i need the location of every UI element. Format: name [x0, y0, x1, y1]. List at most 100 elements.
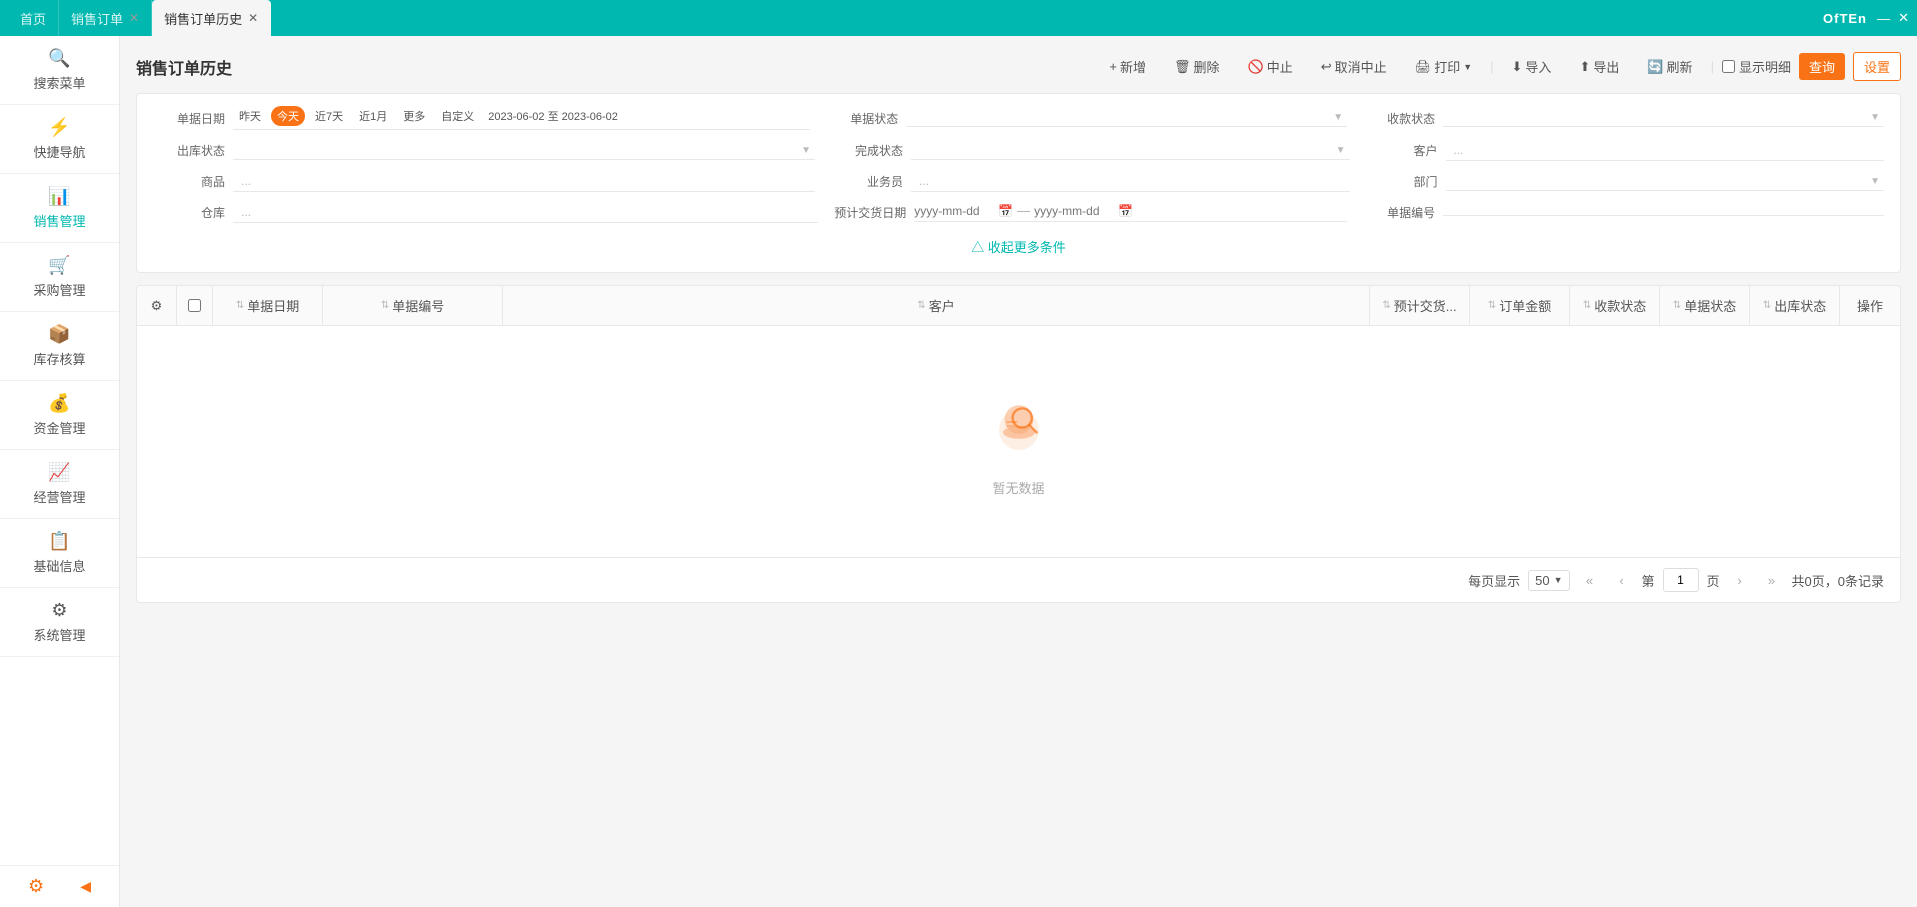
page-label: 第 — [1642, 571, 1655, 590]
page-last-button[interactable]: » — [1760, 568, 1784, 592]
status-field[interactable]: ▼ — [906, 109, 1347, 127]
salesperson-placeholder: ... — [919, 174, 1346, 188]
refresh-button[interactable]: 🔄 刷新 — [1637, 53, 1702, 80]
customer-placeholder: ... — [1454, 143, 1881, 157]
status-label: 单据状态 — [826, 110, 906, 127]
sidebar-item-basic-info[interactable]: 📋 基础信息 — [0, 519, 119, 588]
date-range-value: 2023-06-02 至 2023-06-02 — [488, 108, 618, 124]
delivery-date-label: 预计交货日期 — [834, 204, 914, 221]
date-chip-yesterday[interactable]: 昨天 — [233, 106, 267, 126]
tab-sales-order-close[interactable]: ✕ — [129, 11, 139, 25]
sidebar-item-operations[interactable]: 📈 经营管理 — [0, 450, 119, 519]
toolbar-divider-2: | — [1711, 59, 1714, 74]
sidebar-item-purchase-mgmt[interactable]: 🛒 采购管理 — [0, 243, 119, 312]
delete-button[interactable]: 🗑 删除 — [1164, 53, 1230, 80]
th-doc-status-label: 单据状态 — [1684, 296, 1736, 315]
settings-gear-icon: ⚙ — [151, 298, 163, 314]
brand-label: OfTEn — [1823, 11, 1867, 26]
pagination: 每页显示 50 ▼ « ‹ 第 页 › » — [137, 557, 1900, 602]
payment-label: 收款状态 — [1363, 110, 1443, 127]
sidebar-item-sales-mgmt[interactable]: 📊 销售管理 — [0, 174, 119, 243]
tab-sales-history[interactable]: 销售订单历史 ✕ — [152, 0, 271, 36]
th-payment-status[interactable]: ⇅ 收款状态 — [1570, 286, 1660, 325]
dept-field[interactable]: ▼ — [1446, 173, 1885, 191]
complete-field[interactable]: ▼ — [911, 142, 1350, 160]
sidebar-settings-icon[interactable]: ⚙ — [28, 876, 44, 897]
operations-icon: 📈 — [48, 462, 70, 483]
select-all-checkbox[interactable] — [188, 299, 201, 312]
date-chip-today[interactable]: 今天 — [271, 106, 305, 126]
print-button[interactable]: 🖨 打印 ▼ — [1405, 53, 1482, 80]
per-page-dropdown-icon: ▼ — [1554, 575, 1563, 585]
tab-sales-order-label: 销售订单 — [71, 9, 123, 28]
sidebar-item-search-menu[interactable]: 🔍 搜索菜单 — [0, 36, 119, 105]
th-docno[interactable]: ⇅ 单据编号 — [323, 286, 503, 325]
product-label: 商品 — [153, 173, 233, 190]
content-area: 销售订单历史 + 新增 🗑 删除 🚫 中止 ↩ 取消中止 — [120, 36, 1917, 907]
sidebar-item-sys-mgmt[interactable]: ⚙ 系统管理 — [0, 588, 119, 657]
query-button[interactable]: 查询 — [1799, 53, 1845, 80]
cancel-stop-button[interactable]: ↩ 取消中止 — [1311, 53, 1397, 80]
delivery-date-to[interactable] — [1034, 204, 1114, 218]
salesperson-field[interactable]: ... — [911, 171, 1350, 192]
docno-field[interactable] — [1443, 209, 1884, 216]
tab-home[interactable]: 首页 — [8, 0, 59, 36]
docno-label: 单据编号 — [1363, 204, 1443, 221]
th-out-status[interactable]: ⇅ 出库状态 — [1750, 286, 1840, 325]
tab-sales-history-close[interactable]: ✕ — [248, 11, 258, 25]
per-page-select[interactable]: 50 ▼ — [1528, 570, 1569, 591]
th-doc-status[interactable]: ⇅ 单据状态 — [1660, 286, 1750, 325]
export-button[interactable]: ⬆ 导出 — [1569, 53, 1629, 80]
cancel-stop-icon: ↩ — [1321, 59, 1332, 75]
th-customer[interactable]: ⇅ 客户 — [503, 286, 1370, 325]
filter-row-2: 出库状态 ▼ 完成状态 ▼ 客户 ... — [153, 140, 1884, 161]
page-header: 销售订单历史 + 新增 🗑 删除 🚫 中止 ↩ 取消中止 — [136, 52, 1901, 81]
sidebar-item-inventory-label: 库存核算 — [33, 349, 85, 368]
sidebar-collapse-icon[interactable]: ◀ — [80, 878, 91, 895]
filter-row-4: 仓库 ... 预计交货日期 📅 — 📅 单据编号 — [153, 202, 1884, 223]
customer-field[interactable]: ... — [1446, 140, 1885, 161]
settings-button[interactable]: 设置 — [1853, 52, 1901, 81]
sort-docno-icon: ⇅ — [381, 300, 389, 311]
page-first-button[interactable]: « — [1578, 568, 1602, 592]
query-label: 查询 — [1809, 57, 1835, 76]
tab-sales-order[interactable]: 销售订单 ✕ — [59, 0, 152, 36]
sidebar-item-quick-nav[interactable]: ⚡ 快捷导航 — [0, 105, 119, 174]
complete-label: 完成状态 — [831, 142, 911, 159]
th-delivery[interactable]: ⇅ 预计交货... — [1370, 286, 1470, 325]
warehouse-field[interactable]: ... — [233, 202, 818, 223]
show-detail-checkbox-label[interactable]: 显示明细 — [1722, 57, 1791, 76]
stop-button[interactable]: 🚫 中止 — [1238, 53, 1303, 80]
status-dropdown-icon: ▼ — [1333, 112, 1343, 123]
page-number-input[interactable] — [1663, 568, 1699, 592]
date-chip-7days[interactable]: 近7天 — [309, 106, 349, 126]
sidebar-item-finance[interactable]: 💰 资金管理 — [0, 381, 119, 450]
page-first-icon: « — [1586, 573, 1593, 588]
show-detail-checkbox[interactable] — [1722, 60, 1735, 73]
delivery-date-from[interactable] — [914, 204, 994, 218]
filter-collapse[interactable]: △ 收起更多条件 — [153, 233, 1884, 260]
payment-field[interactable]: ▼ — [1443, 109, 1884, 127]
sort-date-icon: ⇅ — [236, 300, 244, 311]
date-chip-custom[interactable]: 自定义 — [435, 106, 480, 126]
th-checkbox[interactable] — [177, 286, 213, 325]
page-next-icon: › — [1737, 573, 1741, 588]
topbar-right: — ✕ — [1877, 10, 1909, 26]
th-date[interactable]: ⇅ 单据日期 — [213, 286, 323, 325]
minimize-icon[interactable]: — — [1877, 11, 1890, 26]
import-button[interactable]: ⬇ 导入 — [1502, 53, 1562, 80]
total-label: 共0页，0条记录 — [1792, 571, 1884, 590]
th-amount[interactable]: ⇅ 订单金额 — [1470, 286, 1570, 325]
page-next-button[interactable]: › — [1728, 568, 1752, 592]
product-field[interactable]: ... — [233, 171, 815, 192]
page-prev-button[interactable]: ‹ — [1610, 568, 1634, 592]
date-chip-more[interactable]: 更多 — [397, 106, 431, 126]
delete-icon: 🗑 — [1174, 59, 1191, 75]
out-status-field[interactable]: ▼ — [233, 142, 815, 160]
close-window-icon[interactable]: ✕ — [1898, 10, 1909, 26]
th-settings[interactable]: ⚙ — [137, 286, 177, 325]
print-dropdown-icon: ▼ — [1463, 62, 1472, 72]
date-chip-1month[interactable]: 近1月 — [353, 106, 393, 126]
sidebar-item-inventory[interactable]: 📦 库存核算 — [0, 312, 119, 381]
add-button[interactable]: + 新增 — [1099, 53, 1156, 80]
